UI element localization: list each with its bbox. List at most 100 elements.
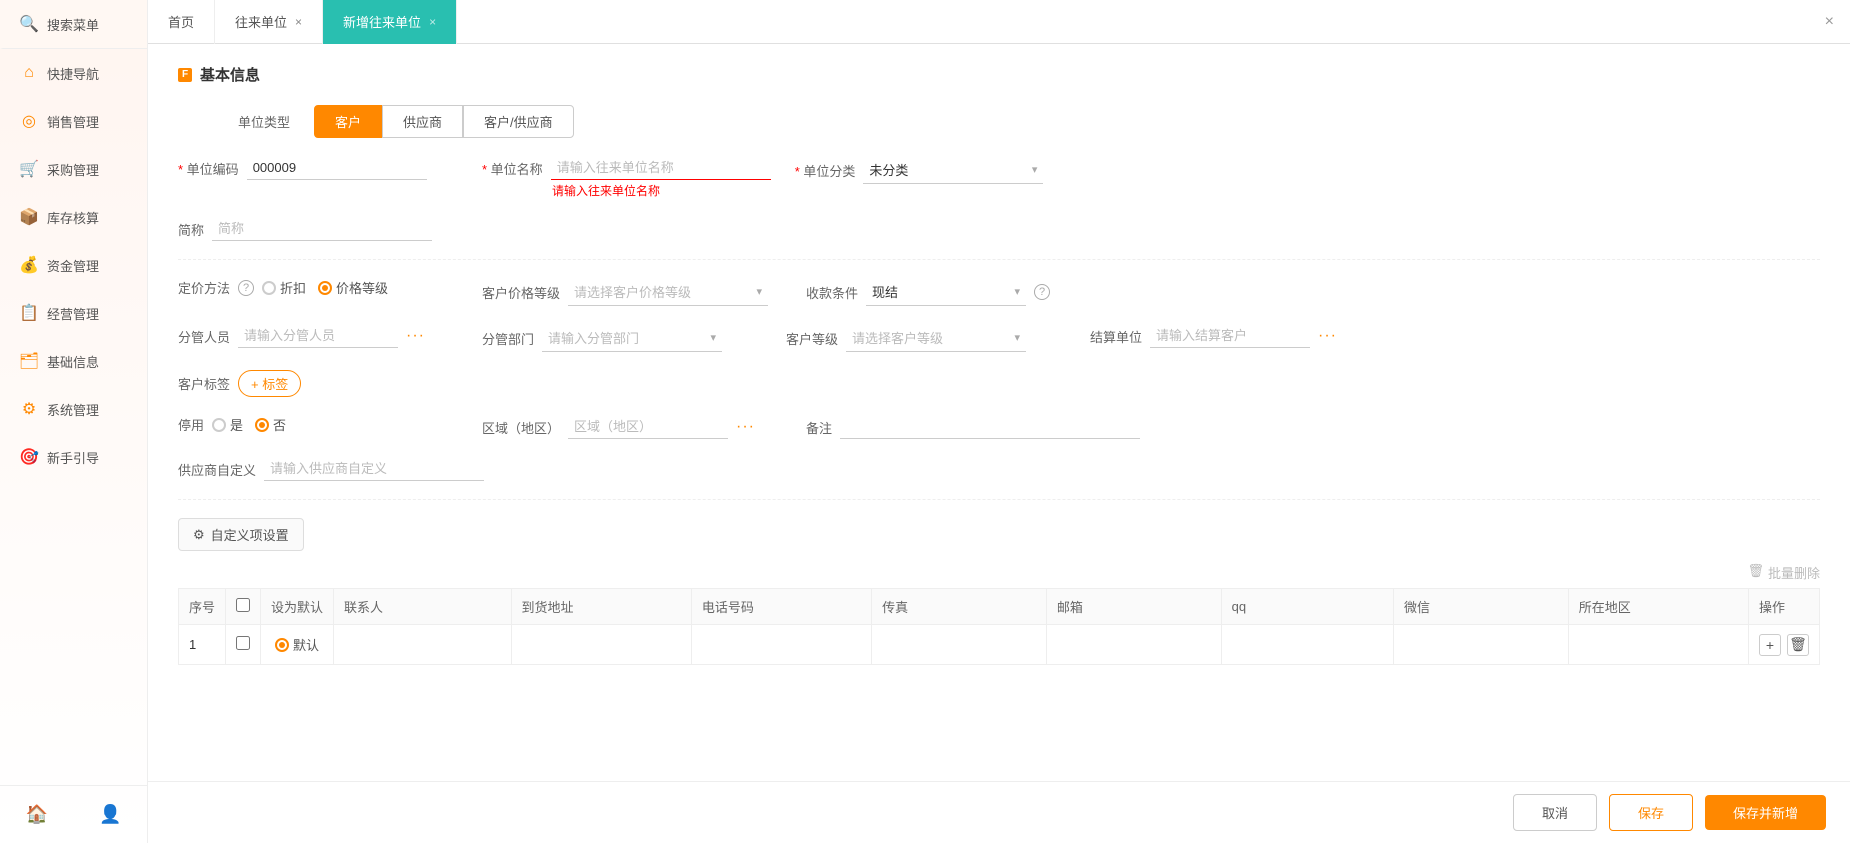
- sidebar-item-sales[interactable]: ◎ 销售管理: [0, 97, 147, 145]
- page-content: F 基本信息 单位类型 客户 供应商 客户/供应商 单位编码 单位名称: [148, 44, 1850, 781]
- row-qq-input[interactable]: [1232, 633, 1383, 656]
- col-no: 序号: [179, 589, 226, 625]
- sidebar-bottom-home[interactable]: 🏠: [0, 796, 74, 833]
- supplier-custom-input[interactable]: [264, 457, 484, 481]
- manager-input[interactable]: [238, 324, 398, 348]
- manager-field: 分管人员 ···: [178, 324, 458, 348]
- region-label: 区域（地区）: [482, 418, 560, 437]
- system-icon: ⚙: [19, 399, 39, 419]
- disabled-radio-group: 是 否: [212, 415, 286, 434]
- basic-info-icon: 🗂: [19, 351, 39, 371]
- payment-condition-select[interactable]: 现结 ▾: [866, 278, 1026, 306]
- row-wechat-cell[interactable]: [1393, 625, 1568, 665]
- search-icon: 🔍: [19, 14, 39, 34]
- col-qq: qq: [1221, 589, 1393, 625]
- unit-category-label: 单位分类: [795, 161, 856, 180]
- custom-settings-button[interactable]: ⚙ 自定义项设置: [178, 518, 304, 551]
- save-and-new-button[interactable]: 保存并新增: [1705, 795, 1826, 830]
- type-btn-supplier[interactable]: 供应商: [382, 105, 463, 138]
- sidebar-item-inventory[interactable]: 📦 库存核算: [0, 193, 147, 241]
- remark-input[interactable]: [840, 415, 1140, 439]
- row-address-input[interactable]: [522, 633, 681, 656]
- home-bottom-icon: 🏠: [26, 804, 48, 825]
- row-qq-cell[interactable]: [1221, 625, 1393, 665]
- row-phone-input[interactable]: [702, 633, 861, 656]
- col-region: 所在地区: [1568, 589, 1748, 625]
- row-delete-button[interactable]: 🗑: [1787, 634, 1809, 656]
- unit-name-col: 单位名称 请输入往来单位名称: [482, 156, 771, 199]
- type-btn-both[interactable]: 客户/供应商: [463, 105, 574, 138]
- select-all-checkbox[interactable]: [236, 598, 250, 612]
- type-btn-customer[interactable]: 客户: [314, 105, 382, 138]
- row-fax-cell[interactable]: [872, 625, 1047, 665]
- row-contact-cell[interactable]: [334, 625, 512, 665]
- payment-help-icon[interactable]: ?: [1034, 284, 1050, 300]
- customer-level-select[interactable]: 请选择客户等级 ▾: [846, 324, 1026, 352]
- settlement-input[interactable]: [1150, 324, 1310, 348]
- row-region-input[interactable]: [1579, 633, 1738, 656]
- add-tag-button[interactable]: + 标签: [238, 370, 301, 397]
- sidebar-item-operations[interactable]: 📋 经营管理: [0, 289, 147, 337]
- short-name-label: 简称: [178, 220, 204, 239]
- unit-type-row: 单位类型 客户 供应商 客户/供应商: [238, 105, 1820, 138]
- pricing-row: 定价方法 ? 折扣 价格等级 客户价格等级 请选择客户价格等级: [178, 278, 1820, 306]
- settlement-more-icon[interactable]: ···: [1318, 327, 1337, 345]
- row-fax-input[interactable]: [882, 633, 1036, 656]
- section-header: F 基本信息: [178, 64, 1820, 85]
- unit-code-input[interactable]: [247, 156, 427, 180]
- sidebar-item-basic-info[interactable]: 🗂 基础信息: [0, 337, 147, 385]
- manager-more-icon[interactable]: ···: [406, 327, 425, 345]
- disabled-field: 停用 是 否: [178, 415, 458, 434]
- operations-icon: 📋: [19, 303, 39, 323]
- dept-select[interactable]: 请输入分管部门 ▾: [542, 324, 722, 352]
- tab-new-partner[interactable]: 新增往来单位 ×: [323, 0, 457, 44]
- tab-partner-close[interactable]: ×: [295, 15, 302, 29]
- row-checkbox[interactable]: [236, 636, 250, 650]
- remark-label: 备注: [806, 418, 832, 437]
- disabled-yes-radio[interactable]: 是: [212, 415, 243, 434]
- row-email-input[interactable]: [1057, 633, 1211, 656]
- tab-new-partner-close[interactable]: ×: [429, 15, 436, 29]
- row-default-radio[interactable]: 默认: [271, 635, 323, 654]
- unit-category-select[interactable]: 未分类 ▾: [863, 156, 1043, 184]
- delete-icon: 🗑: [1747, 563, 1764, 582]
- inventory-icon: 📦: [19, 207, 39, 227]
- sidebar-item-new-guide[interactable]: 🎯 新手引导: [0, 433, 147, 481]
- tab-home[interactable]: 首页: [148, 0, 215, 44]
- tab-partner[interactable]: 往来单位 ×: [215, 0, 323, 44]
- unit-name-label: 单位名称: [482, 159, 543, 178]
- region-input[interactable]: [568, 415, 728, 439]
- sidebar-item-finance[interactable]: 💰 资金管理: [0, 241, 147, 289]
- row-wechat-input[interactable]: [1404, 633, 1558, 656]
- sidebar-search[interactable]: 🔍 搜索菜单: [0, 0, 147, 49]
- unit-name-input[interactable]: [551, 156, 771, 180]
- row-phone-cell[interactable]: [691, 625, 871, 665]
- short-name-input[interactable]: [212, 217, 432, 241]
- row-add-button[interactable]: +: [1759, 634, 1781, 656]
- sidebar-item-quick-nav[interactable]: ⌂ 快捷导航: [0, 49, 147, 97]
- sidebar-item-system[interactable]: ⚙ 系统管理: [0, 385, 147, 433]
- radio-circle-discount: [262, 281, 276, 295]
- code-name-row: 单位编码 单位名称 请输入往来单位名称 单位分类 未分类 ▾: [178, 156, 1820, 199]
- batch-delete-button[interactable]: 🗑 批量删除: [178, 563, 1820, 582]
- disabled-no-radio[interactable]: 否: [255, 415, 286, 434]
- pricing-radio-discount[interactable]: 折扣: [262, 278, 306, 297]
- tag-field: 客户标签 + 标签: [178, 370, 458, 397]
- row-address-cell[interactable]: [511, 625, 691, 665]
- row-email-cell[interactable]: [1046, 625, 1221, 665]
- radio-circle-level: [318, 281, 332, 295]
- cancel-button[interactable]: 取消: [1513, 794, 1597, 831]
- main-close-button[interactable]: ×: [1809, 0, 1850, 44]
- sidebar-item-purchase[interactable]: 🛒 采购管理: [0, 145, 147, 193]
- row-contact-input[interactable]: [344, 633, 501, 656]
- pricing-help-icon[interactable]: ?: [238, 280, 254, 296]
- unit-code-field: 单位编码: [178, 156, 458, 180]
- sidebar-bottom-user[interactable]: 👤: [74, 796, 148, 833]
- tag-label: 客户标签: [178, 374, 230, 393]
- save-button[interactable]: 保存: [1609, 794, 1693, 831]
- row-region-cell[interactable]: [1568, 625, 1748, 665]
- home-icon: ⌂: [19, 63, 39, 83]
- pricing-radio-level[interactable]: 价格等级: [318, 278, 388, 297]
- customer-price-select[interactable]: 请选择客户价格等级 ▾: [568, 278, 768, 306]
- region-more-icon[interactable]: ···: [736, 418, 755, 436]
